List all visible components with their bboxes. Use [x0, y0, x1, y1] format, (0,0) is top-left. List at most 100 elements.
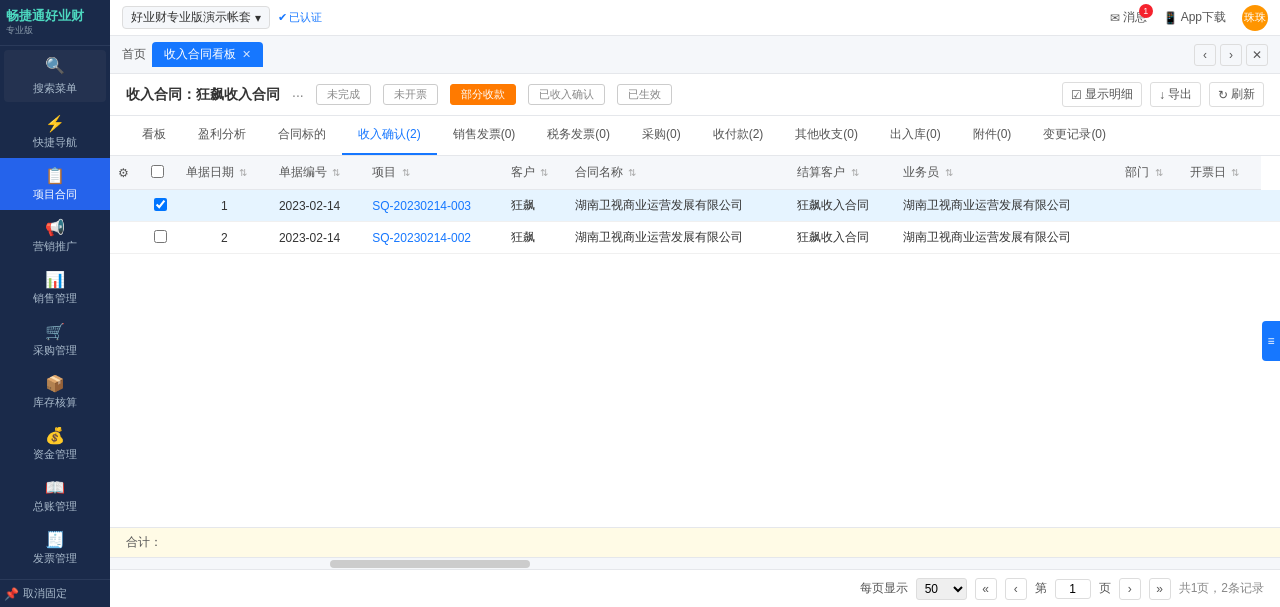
user-avatar[interactable]: 珠珠 — [1242, 5, 1268, 31]
table-footer: 合计： — [110, 527, 1280, 557]
nav-prev-btn[interactable]: ‹ — [1194, 44, 1216, 66]
doc-no-link[interactable]: SQ-20230214-003 — [372, 199, 471, 213]
select-all-checkbox[interactable] — [151, 165, 164, 178]
avatar-text: 珠珠 — [1244, 10, 1266, 25]
tab-sales-invoice[interactable]: 销售发票(0) — [437, 116, 532, 155]
per-page-label: 每页显示 — [860, 580, 908, 597]
panel-toggle-icon: ≡ — [1267, 334, 1274, 348]
sort-salesperson-icon[interactable]: ⇅ — [945, 167, 953, 178]
sidebar-item-general[interactable]: 📖 总账管理 — [0, 470, 110, 522]
checkbox-icon: ☑ — [1071, 88, 1082, 102]
sort-invoice-icon[interactable]: ⇅ — [1231, 167, 1239, 178]
funds-icon: 💰 — [45, 426, 65, 445]
row-dept — [1182, 222, 1261, 254]
sidebar-item-project[interactable]: 📋 项目合同 — [0, 158, 110, 210]
sort-date-icon[interactable]: ⇅ — [239, 167, 247, 178]
prev-page-btn[interactable]: ‹ — [1005, 578, 1027, 600]
row-customer: 湖南卫视商业运营发展有限公司 — [567, 190, 789, 222]
download-icon: 📱 — [1163, 11, 1178, 25]
row-gear — [110, 190, 143, 222]
tab-payment[interactable]: 收付款(2) — [697, 116, 780, 155]
sort-settlement-icon[interactable]: ⇅ — [851, 167, 859, 178]
refresh-button[interactable]: ↻ 刷新 — [1209, 82, 1264, 107]
page-size-select[interactable]: 50 20 100 — [916, 578, 967, 600]
page-info: 共1页，2条记录 — [1179, 580, 1264, 597]
tab-close-icon[interactable]: ✕ — [242, 48, 251, 61]
tab-profit[interactable]: 盈利分析 — [182, 116, 262, 155]
export-button[interactable]: ↓ 导出 — [1150, 82, 1201, 107]
sort-dept-icon[interactable]: ⇅ — [1155, 167, 1163, 178]
message-button[interactable]: ✉ 消息 1 — [1110, 9, 1147, 26]
status-confirmed[interactable]: 已收入确认 — [528, 84, 605, 105]
sort-contract-icon[interactable]: ⇅ — [628, 167, 636, 178]
tab-changes[interactable]: 变更记录(0) — [1027, 116, 1122, 155]
gear-icon[interactable]: ⚙ — [118, 166, 129, 180]
tab-warehouse[interactable]: 出入库(0) — [874, 116, 957, 155]
show-detail-button[interactable]: ☑ 显示明细 — [1062, 82, 1142, 107]
pin-icon: 📌 — [4, 587, 19, 601]
tab-home[interactable]: 首页 — [122, 46, 146, 63]
app-sub: 专业版 — [6, 24, 84, 37]
sidebar-item-funds[interactable]: 💰 资金管理 — [0, 418, 110, 470]
th-customer: 客户 ⇅ — [503, 156, 567, 190]
sidebar-item-label: 项目合同 — [33, 187, 77, 202]
tab-contract-board[interactable]: 收入合同看板 ✕ — [152, 42, 263, 67]
sort-customer-icon[interactable]: ⇅ — [540, 167, 548, 178]
doc-no-link[interactable]: SQ-20230214-002 — [372, 231, 471, 245]
company-selector[interactable]: 好业财专业版演示帐套 ▾ — [122, 6, 270, 29]
table-row[interactable]: 2 2023-02-14 SQ-20230214-002 狂飙 湖南卫视商业运营… — [110, 222, 1280, 254]
lightning-icon: ⚡ — [45, 114, 65, 133]
last-page-btn[interactable]: » — [1149, 578, 1171, 600]
sort-project-icon[interactable]: ⇅ — [402, 167, 410, 178]
first-page-btn[interactable]: « — [975, 578, 997, 600]
tab-purchase[interactable]: 采购(0) — [626, 116, 697, 155]
scrollbar-area[interactable] — [110, 557, 1280, 569]
app-download-label: App下载 — [1181, 9, 1226, 26]
inner-tabs: 看板 盈利分析 合同标的 收入确认(2) 销售发票(0) 税务发票(0) 采购(… — [110, 116, 1280, 156]
sidebar-footer-label: 取消固定 — [23, 586, 67, 601]
topbar-actions: ✉ 消息 1 📱 App下载 珠珠 — [1110, 5, 1268, 31]
tab-other[interactable]: 其他收支(0) — [779, 116, 874, 155]
sidebar-item-label: 快捷导航 — [33, 135, 77, 150]
tab-contract-items[interactable]: 合同标的 — [262, 116, 342, 155]
row-checkbox[interactable] — [154, 198, 167, 211]
contract-title: 收入合同：狂飙收入合同 — [126, 86, 280, 104]
project-icon: 📋 — [45, 166, 65, 185]
sidebar-item-invoice[interactable]: 🧾 发票管理 — [0, 522, 110, 574]
tab-attachment[interactable]: 附件(0) — [957, 116, 1028, 155]
nav-next-btn[interactable]: › — [1220, 44, 1242, 66]
row-dept — [1182, 190, 1261, 222]
sidebar-item-quick[interactable]: ⚡ 快捷导航 — [0, 106, 110, 158]
page-input[interactable] — [1055, 579, 1091, 599]
status-effective[interactable]: 已生效 — [617, 84, 672, 105]
row-invoice-date — [1261, 190, 1280, 222]
app-download-button[interactable]: 📱 App下载 — [1163, 9, 1226, 26]
right-panel-toggle[interactable]: ≡ — [1262, 321, 1280, 361]
more-button[interactable]: ··· — [292, 87, 304, 103]
tab-tax-invoice[interactable]: 税务发票(0) — [531, 116, 626, 155]
sidebar-nav: 🔍 搜索菜单 ⚡ 快捷导航 📋 项目合同 📢 营销推广 📊 销售管理 🛒 采购管… — [0, 46, 110, 579]
status-partial[interactable]: 部分收款 — [450, 84, 516, 105]
sort-docno-icon[interactable]: ⇅ — [332, 167, 340, 178]
sidebar-item-purchase[interactable]: 🛒 采购管理 — [0, 314, 110, 366]
sidebar-item-marketing[interactable]: 📢 营销推广 — [0, 210, 110, 262]
chevron-down-icon: ▾ — [255, 11, 261, 25]
tab-kanban[interactable]: 看板 — [126, 116, 182, 155]
status-uninvoiced[interactable]: 未开票 — [383, 84, 438, 105]
scrollbar-thumb[interactable] — [330, 560, 530, 568]
tab-revenue-confirm[interactable]: 收入确认(2) — [342, 116, 437, 155]
sidebar-item-label: 营销推广 — [33, 239, 77, 254]
row-checkbox[interactable] — [154, 230, 167, 243]
sidebar-item-label: 搜索菜单 — [33, 81, 77, 96]
nav-close-btn[interactable]: ✕ — [1246, 44, 1268, 66]
th-date: 单据日期 ⇅ — [178, 156, 271, 190]
status-incomplete[interactable]: 未完成 — [316, 84, 371, 105]
row-gear — [110, 222, 143, 254]
next-page-btn[interactable]: › — [1119, 578, 1141, 600]
table-row[interactable]: 1 2023-02-14 SQ-20230214-003 狂飙 湖南卫视商业运营… — [110, 190, 1280, 222]
sidebar-footer[interactable]: 📌 取消固定 — [0, 579, 110, 607]
sidebar-item-search[interactable]: 🔍 搜索菜单 — [4, 50, 106, 102]
sidebar-item-sales[interactable]: 📊 销售管理 — [0, 262, 110, 314]
sidebar-item-inventory[interactable]: 📦 库存核算 — [0, 366, 110, 418]
row-salesperson — [1117, 190, 1181, 222]
